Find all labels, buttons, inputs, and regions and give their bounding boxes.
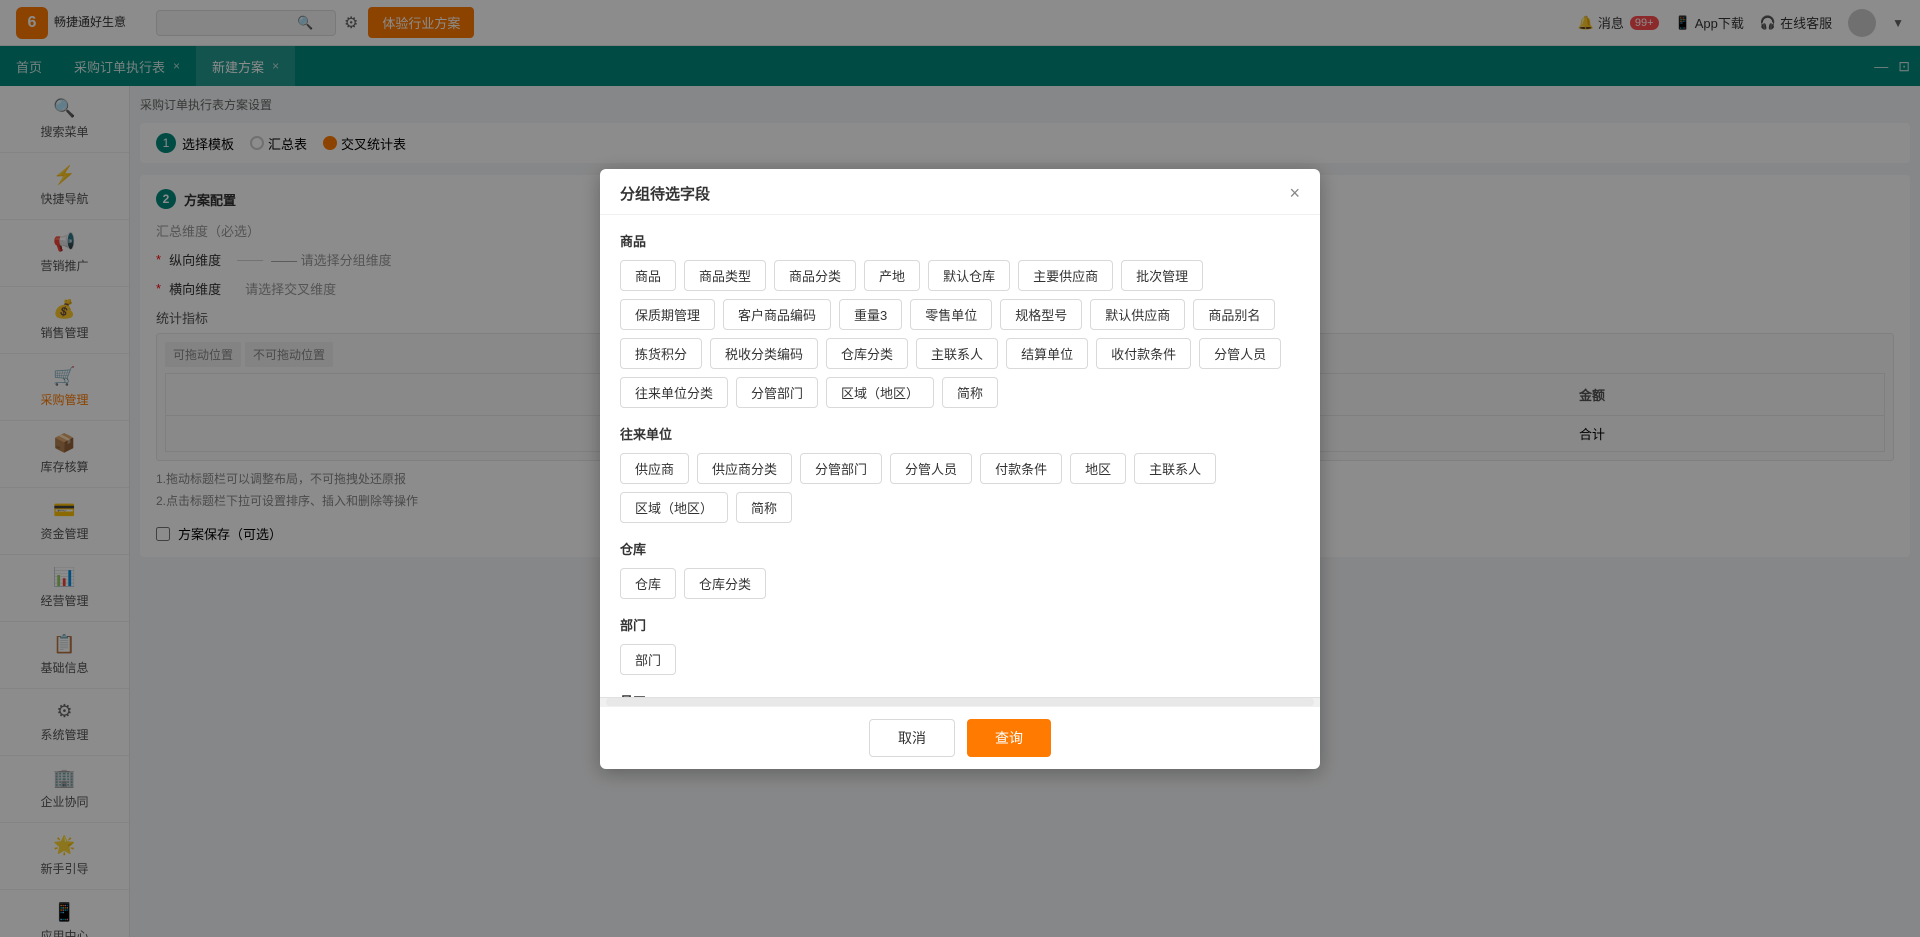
field-select-modal: 分组待选字段 × 商品 商品 商品类型 商品分类 产地 默认仓库 主要供应商 批… <box>600 169 1320 769</box>
cancel-button[interactable]: 取消 <box>869 719 955 757</box>
section-title-product: 商品 <box>620 231 1300 250</box>
field-tag[interactable]: 往来单位分类 <box>620 377 728 408</box>
field-tag[interactable]: 部门 <box>620 644 676 675</box>
field-tag[interactable]: 分管人员 <box>890 453 972 484</box>
fields-grid-dept: 部门 <box>620 644 1300 675</box>
field-tag[interactable]: 拣货积分 <box>620 338 702 369</box>
fields-grid-counterpart: 供应商 供应商分类 分管部门 分管人员 付款条件 地区 主联系人 区域（地区） … <box>620 453 1300 523</box>
field-tag[interactable]: 仓库 <box>620 568 676 599</box>
field-tag[interactable]: 结算单位 <box>1006 338 1088 369</box>
field-tag[interactable]: 主联系人 <box>1134 453 1216 484</box>
field-tag[interactable]: 仓库分类 <box>826 338 908 369</box>
field-tag[interactable]: 重量3 <box>839 299 902 330</box>
field-tag[interactable]: 规格型号 <box>1000 299 1082 330</box>
field-tag[interactable]: 主要供应商 <box>1018 260 1113 291</box>
field-tag[interactable]: 默认供应商 <box>1090 299 1185 330</box>
modal-title: 分组待选字段 <box>620 183 710 204</box>
field-tag[interactable]: 付款条件 <box>980 453 1062 484</box>
fields-grid-warehouse: 仓库 仓库分类 <box>620 568 1300 599</box>
field-tag[interactable]: 区域（地区） <box>826 377 934 408</box>
section-title-counterpart: 往来单位 <box>620 424 1300 443</box>
field-tag[interactable]: 主联系人 <box>916 338 998 369</box>
section-title-dept: 部门 <box>620 615 1300 634</box>
section-title-warehouse: 仓库 <box>620 539 1300 558</box>
field-tag[interactable]: 默认仓库 <box>928 260 1010 291</box>
modal-footer: 取消 查询 <box>600 706 1320 769</box>
modal-overlay: 分组待选字段 × 商品 商品 商品类型 商品分类 产地 默认仓库 主要供应商 批… <box>0 0 1920 937</box>
field-tag[interactable]: 地区 <box>1070 453 1126 484</box>
field-tag[interactable]: 保质期管理 <box>620 299 715 330</box>
modal-header: 分组待选字段 × <box>600 169 1320 215</box>
field-tag[interactable]: 简称 <box>942 377 998 408</box>
modal-close-button[interactable]: × <box>1289 184 1300 202</box>
hscroll-track <box>606 698 1314 706</box>
field-tag[interactable]: 商品类型 <box>684 260 766 291</box>
field-tag[interactable]: 客户商品编码 <box>723 299 831 330</box>
modal-bottom-scroll <box>600 697 1320 706</box>
field-tag[interactable]: 零售单位 <box>910 299 992 330</box>
field-tag[interactable]: 商品 <box>620 260 676 291</box>
field-tag[interactable]: 商品别名 <box>1193 299 1275 330</box>
field-tag[interactable]: 仓库分类 <box>684 568 766 599</box>
field-tag[interactable]: 分管人员 <box>1199 338 1281 369</box>
field-tag[interactable]: 税收分类编码 <box>710 338 818 369</box>
field-tag[interactable]: 产地 <box>864 260 920 291</box>
field-tag[interactable]: 分管部门 <box>736 377 818 408</box>
fields-grid-product: 商品 商品类型 商品分类 产地 默认仓库 主要供应商 批次管理 保质期管理 客户… <box>620 260 1300 408</box>
field-tag[interactable]: 批次管理 <box>1121 260 1203 291</box>
field-tag[interactable]: 收付款条件 <box>1096 338 1191 369</box>
field-tag[interactable]: 分管部门 <box>800 453 882 484</box>
field-tag[interactable]: 简称 <box>736 492 792 523</box>
confirm-button[interactable]: 查询 <box>967 719 1051 757</box>
field-tag[interactable]: 供应商 <box>620 453 689 484</box>
modal-body: 商品 商品 商品类型 商品分类 产地 默认仓库 主要供应商 批次管理 保质期管理… <box>600 215 1320 697</box>
field-tag[interactable]: 供应商分类 <box>697 453 792 484</box>
field-tag[interactable]: 商品分类 <box>774 260 856 291</box>
field-tag[interactable]: 区域（地区） <box>620 492 728 523</box>
